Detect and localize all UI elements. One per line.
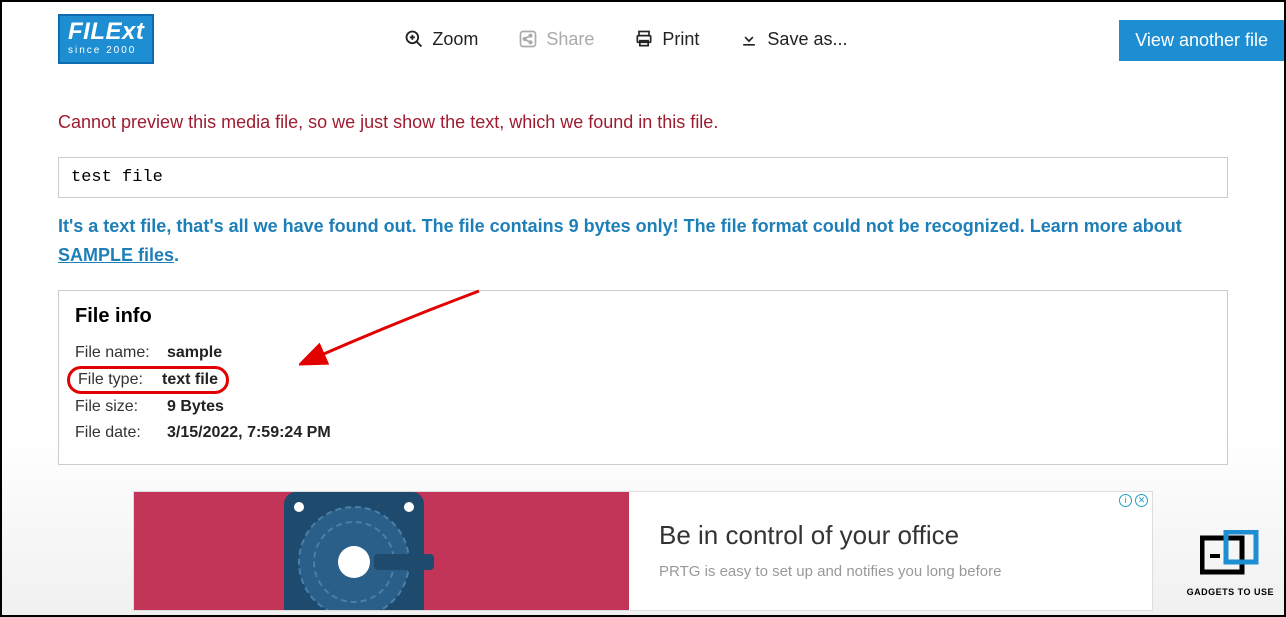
file-type-value: text file bbox=[162, 371, 218, 389]
print-label: Print bbox=[662, 29, 699, 50]
zoom-label: Zoom bbox=[432, 29, 478, 50]
ad-badge[interactable]: i ✕ bbox=[1119, 494, 1148, 507]
file-info-row-type-highlighted: File type: text file bbox=[67, 366, 229, 394]
logo[interactable]: FILExt since 2000 bbox=[58, 14, 154, 64]
ad-subtitle: PRTG is easy to set up and notifies you … bbox=[659, 563, 1122, 580]
file-type-label: File type: bbox=[78, 371, 162, 389]
toolbar: Zoom Share Print Save as... bbox=[404, 29, 847, 50]
file-info-row-date: File date: 3/15/2022, 7:59:24 PM bbox=[75, 420, 1211, 446]
ad-image bbox=[134, 492, 629, 610]
ad-title: Be in control of your office bbox=[659, 520, 1122, 551]
logo-tagline: since 2000 bbox=[68, 46, 144, 56]
disk-icon bbox=[254, 492, 454, 610]
save-as-button[interactable]: Save as... bbox=[739, 29, 847, 50]
download-icon bbox=[739, 29, 759, 49]
file-info-row-size: File size: 9 Bytes bbox=[75, 394, 1211, 420]
file-size-value: 9 Bytes bbox=[167, 398, 224, 416]
file-date-value: 3/15/2022, 7:59:24 PM bbox=[167, 424, 331, 442]
file-info-row-name: File name: sample bbox=[75, 340, 1211, 366]
ad-text: Be in control of your office PRTG is eas… bbox=[629, 492, 1152, 610]
watermark-text: GADGETS TO USE bbox=[1187, 587, 1274, 597]
watermark-icon bbox=[1200, 530, 1260, 580]
zoom-button[interactable]: Zoom bbox=[404, 29, 478, 50]
save-as-label: Save as... bbox=[767, 29, 847, 50]
share-label: Share bbox=[546, 29, 594, 50]
ad-info-icon: i bbox=[1119, 494, 1132, 507]
file-size-label: File size: bbox=[75, 398, 167, 416]
sample-files-link[interactable]: SAMPLE files bbox=[58, 245, 174, 265]
info-text-part1: It's a text file, that's all we have fou… bbox=[58, 216, 1182, 236]
share-button: Share bbox=[518, 29, 594, 50]
zoom-icon bbox=[404, 29, 424, 49]
file-date-label: File date: bbox=[75, 424, 167, 442]
warning-message: Cannot preview this media file, so we ju… bbox=[58, 112, 1228, 133]
file-content-box: test file bbox=[58, 157, 1228, 198]
file-info-panel: File info File name: sample File type: t… bbox=[58, 290, 1228, 465]
ad-close-icon[interactable]: ✕ bbox=[1135, 494, 1148, 507]
info-text: It's a text file, that's all we have fou… bbox=[58, 212, 1228, 270]
ad-banner[interactable]: i ✕ Be in control of your office PRTG is… bbox=[133, 491, 1153, 611]
file-name-label: File name: bbox=[75, 344, 167, 362]
logo-title: FILExt bbox=[68, 20, 144, 44]
print-icon bbox=[634, 29, 654, 49]
share-icon bbox=[518, 29, 538, 49]
file-name-value: sample bbox=[167, 344, 222, 362]
file-info-title: File info bbox=[75, 305, 1211, 328]
info-text-part2: . bbox=[174, 245, 179, 265]
print-button[interactable]: Print bbox=[634, 29, 699, 50]
view-another-button[interactable]: View another file bbox=[1119, 20, 1284, 61]
watermark: GADGETS TO USE bbox=[1187, 530, 1274, 597]
